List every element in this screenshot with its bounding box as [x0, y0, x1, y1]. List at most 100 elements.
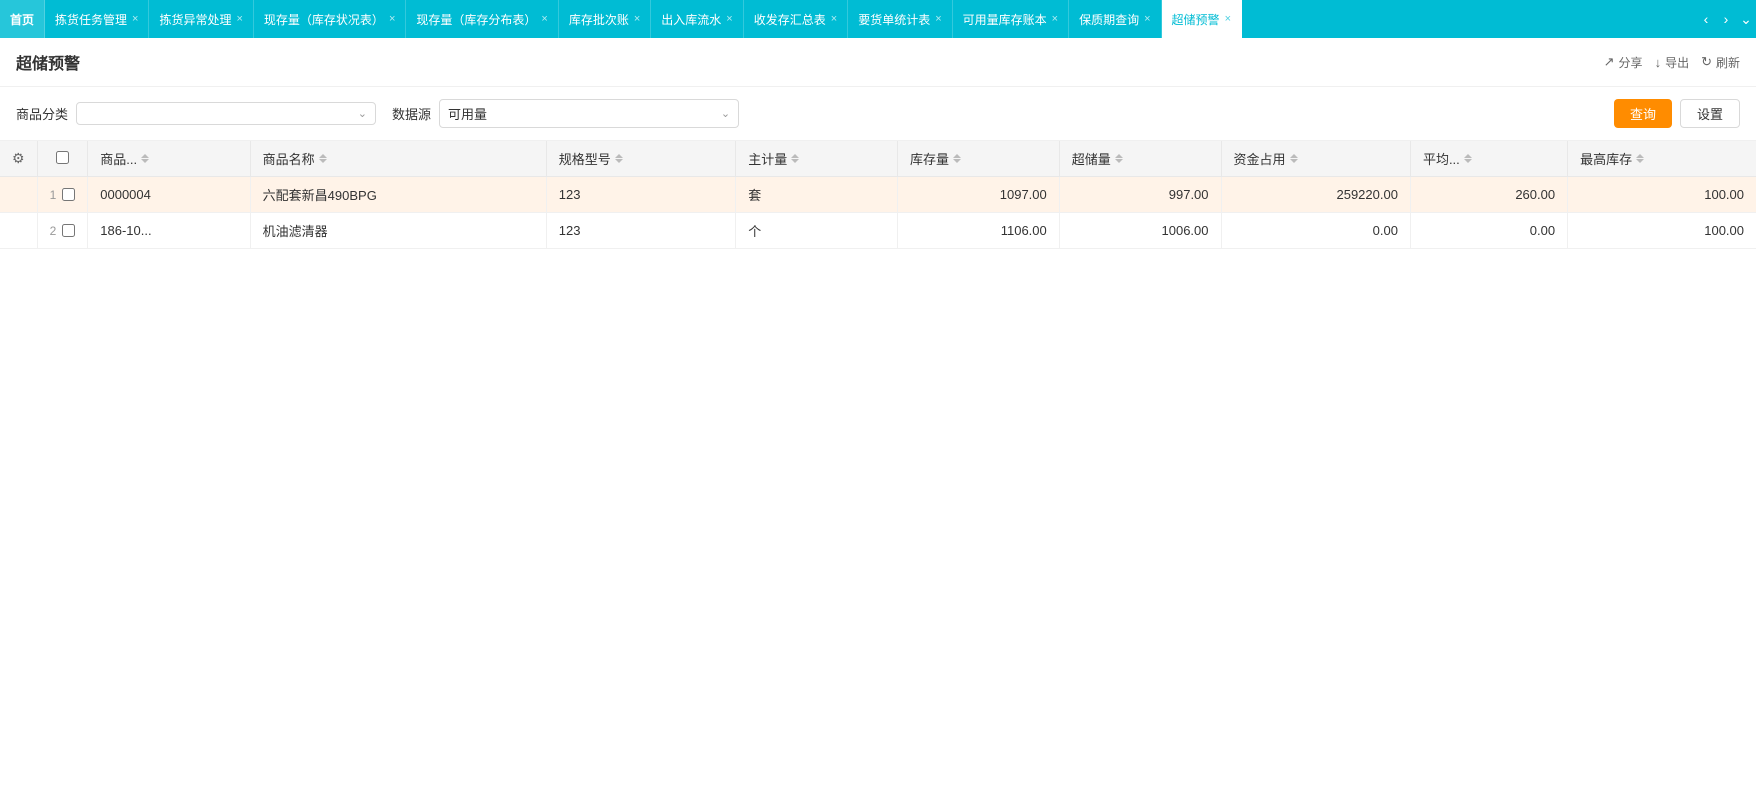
th-spec-sort[interactable]: 规格型号 [559, 149, 723, 168]
category-select[interactable]: ⌄ [76, 102, 376, 125]
nav-tab-label-4: 现存量（库存分布表） [416, 11, 536, 28]
td-max-stock-0: 100.00 [1568, 177, 1756, 213]
td-spec-0: 123 [546, 177, 735, 213]
td-checkbox-0: 1 [37, 177, 88, 213]
nav-tab-7[interactable]: 收发存汇总表 × [744, 0, 848, 38]
nav-tab-1[interactable]: 拣货任务管理 × [45, 0, 149, 38]
sort-up-icon [319, 154, 327, 158]
sort-up-icon [1115, 154, 1123, 158]
th-excess: 超储量 [1059, 141, 1221, 177]
nav-tab-label-9: 可用量库存账本 [963, 11, 1047, 28]
td-settings-1 [0, 213, 37, 249]
export-button[interactable]: ↓ 导出 [1655, 54, 1690, 71]
th-unit-sort[interactable]: 主计量 [748, 149, 885, 168]
category-arrow-icon: ⌄ [358, 107, 367, 120]
nav-end-controls: ‹ › ⌄ [1696, 0, 1756, 38]
row-checkbox-0[interactable] [62, 188, 75, 201]
td-code-0: 0000004 [88, 177, 250, 213]
category-filter-group: 商品分类 ⌄ [16, 102, 376, 125]
datasource-label: 数据源 [392, 104, 431, 123]
td-stock-0: 1097.00 [897, 177, 1059, 213]
nav-tab-8[interactable]: 要货单统计表 × [848, 0, 952, 38]
sort-down-icon [615, 159, 623, 163]
nav-left-arrow[interactable]: ‹ [1696, 0, 1716, 38]
th-avg: 平均... [1410, 141, 1567, 177]
th-capital-sort[interactable]: 资金占用 [1234, 149, 1398, 168]
sort-up-icon [141, 154, 149, 158]
nav-tab-10[interactable]: 保质期查询× [1069, 0, 1161, 38]
th-avg-sort[interactable]: 平均... [1423, 149, 1555, 168]
table-container: ⚙ 商品... [0, 141, 1756, 249]
td-excess-1: 1006.00 [1059, 213, 1221, 249]
nav-tab-6[interactable]: 出入库流水× [651, 0, 743, 38]
td-settings-0 [0, 177, 37, 213]
nav-tab-9[interactable]: 可用量库存账本 × [953, 0, 1069, 38]
nav-tab-close-6[interactable]: × [726, 13, 732, 25]
datasource-value: 可用量 [448, 104, 487, 123]
refresh-button[interactable]: ↻ 刷新 [1701, 54, 1740, 71]
sort-up-icon [1636, 154, 1644, 158]
nav-menu-arrow[interactable]: ⌄ [1736, 0, 1756, 38]
sort-down-icon [791, 159, 799, 163]
th-code-sort[interactable]: 商品... [100, 149, 237, 168]
th-checkbox [37, 141, 88, 177]
avg-sort-icon [1464, 154, 1472, 163]
nav-tab-close-10[interactable]: × [1144, 13, 1150, 25]
nav-tab-3[interactable]: 现存量（库存状况表）× [254, 0, 406, 38]
excess-sort-icon [1115, 154, 1123, 163]
th-stock-sort[interactable]: 库存量 [910, 149, 1047, 168]
nav-tab-close-5[interactable]: × [634, 13, 640, 25]
nav-tab-close-1[interactable]: × [132, 13, 138, 25]
td-stock-1: 1106.00 [897, 213, 1059, 249]
gear-icon[interactable]: ⚙ [12, 150, 25, 166]
row-checkbox-1[interactable] [62, 224, 75, 237]
nav-tab-5[interactable]: 库存批次账× [559, 0, 651, 38]
td-max-stock-1: 100.00 [1568, 213, 1756, 249]
datasource-arrow-icon: ⌄ [721, 107, 730, 120]
nav-tab-4[interactable]: 现存量（库存分布表） × [406, 0, 558, 38]
code-sort-icon [141, 154, 149, 163]
nav-tab-close-4[interactable]: × [541, 13, 547, 25]
th-spec: 规格型号 [546, 141, 735, 177]
td-checkbox-1: 2 [37, 213, 88, 249]
th-name-sort[interactable]: 商品名称 [263, 149, 534, 168]
data-table: ⚙ 商品... [0, 141, 1756, 249]
select-all-checkbox[interactable] [56, 151, 69, 164]
nav-tab-close-11[interactable]: × [1225, 13, 1231, 25]
filter-actions: 查询 设置 [1614, 99, 1740, 128]
settings-button[interactable]: 设置 [1680, 99, 1740, 128]
nav-tab-0[interactable]: 首页 [0, 0, 45, 38]
sort-up-icon [1290, 154, 1298, 158]
nav-tab-2[interactable]: 拣货异常处理× [149, 0, 253, 38]
td-name-0: 六配套新昌490BPG [250, 177, 546, 213]
sort-up-icon [1464, 154, 1472, 158]
nav-tab-label-1: 拣货任务管理 [55, 11, 127, 28]
sort-up-icon [953, 154, 961, 158]
nav-tab-label-7: 收发存汇总表 [754, 11, 826, 28]
th-capital: 资金占用 [1221, 141, 1410, 177]
th-excess-sort[interactable]: 超储量 [1072, 149, 1209, 168]
td-avg-1: 0.00 [1410, 213, 1567, 249]
sort-down-icon [953, 159, 961, 163]
th-max-stock: 最高库存 [1568, 141, 1756, 177]
spec-sort-icon [615, 154, 623, 163]
nav-tab-close-2[interactable]: × [236, 13, 242, 25]
nav-tab-close-7[interactable]: × [831, 13, 837, 25]
name-sort-icon [319, 154, 327, 163]
td-unit-1: 个 [736, 213, 898, 249]
share-button[interactable]: ↗ 分享 [1604, 54, 1643, 71]
page-title: 超储预警 [16, 50, 80, 74]
nav-tab-close-3[interactable]: × [389, 13, 395, 25]
nav-tab-close-9[interactable]: × [1052, 13, 1058, 25]
query-button[interactable]: 查询 [1614, 99, 1672, 128]
capital-sort-icon [1290, 154, 1298, 163]
th-max-stock-sort[interactable]: 最高库存 [1580, 149, 1744, 168]
datasource-select[interactable]: 可用量 ⌄ [439, 99, 739, 128]
nav-right-arrow[interactable]: › [1716, 0, 1736, 38]
td-capital-1: 0.00 [1221, 213, 1410, 249]
nav-tab-label-11: 超储预警 [1172, 11, 1220, 28]
nav-tab-label-8: 要货单统计表 [858, 11, 930, 28]
nav-tab-close-8[interactable]: × [935, 13, 941, 25]
nav-tab-11[interactable]: 超储预警 × [1162, 0, 1242, 38]
table-row: 1 0000004 六配套新昌490BPG 123 套 1097.00 997.… [0, 177, 1756, 213]
